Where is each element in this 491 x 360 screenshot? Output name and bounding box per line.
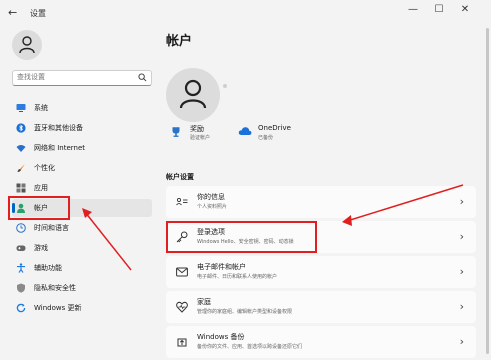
arrowhead-icon [342, 215, 352, 226]
annotation-arrow-accounts [84, 211, 132, 271]
arrowhead-icon [82, 208, 92, 218]
annotation-arrow-sign-in [346, 184, 464, 222]
annotation-arrows [82, 184, 464, 271]
